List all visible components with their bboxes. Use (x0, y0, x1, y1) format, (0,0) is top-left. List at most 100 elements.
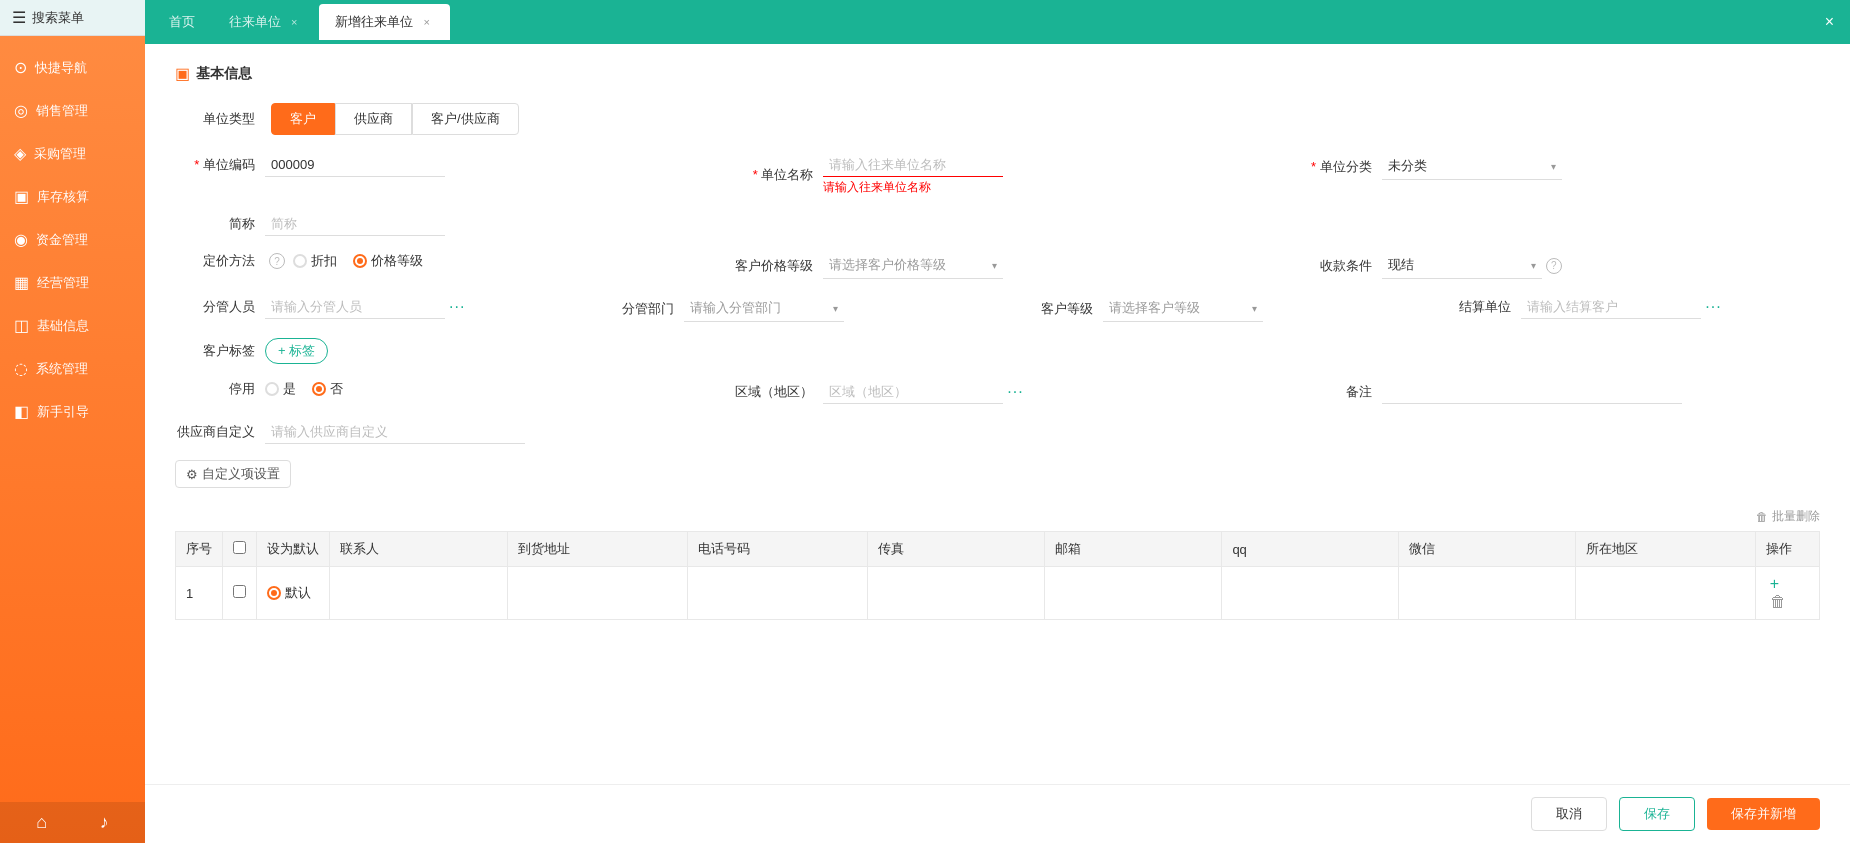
sidebar-item-system[interactable]: ◌ 系统管理 (0, 347, 145, 390)
row-default-dot (271, 590, 277, 596)
form-row-2: 简称 (175, 212, 1820, 236)
tab-counterparty-close[interactable]: × (287, 14, 301, 30)
row-address-input[interactable] (518, 586, 677, 601)
sidebar-item-basic[interactable]: ◫ 基础信息 (0, 304, 145, 347)
sidebar-item-sales[interactable]: ◎ 销售管理 (0, 89, 145, 132)
pricing-discount-circle (293, 254, 307, 268)
tab-bar: 首页 往来单位 × 新增往来单位 × × (145, 0, 1850, 44)
sidebar-item-finance[interactable]: ◉ 资金管理 (0, 218, 145, 261)
sidebar-item-label: 系统管理 (36, 360, 88, 378)
customer-level-select[interactable]: 请选择客户等级 ▾ (1103, 295, 1263, 322)
unit-name-field: 单位名称 请输入往来单位名称 (733, 153, 1261, 196)
system-icon: ◌ (14, 359, 28, 378)
disabled-yes-radio[interactable]: 是 (265, 380, 296, 398)
main-area: 首页 往来单位 × 新增往来单位 × × ▣ 基本信息 单位类型 客户 供应商 … (145, 0, 1850, 843)
row-checkbox[interactable] (233, 585, 246, 598)
sidebar-item-purchase[interactable]: ◈ 采购管理 (0, 132, 145, 175)
row-delete-button[interactable]: 🗑 (1766, 593, 1790, 611)
row-region[interactable] (1576, 567, 1756, 620)
row-region-input[interactable] (1586, 586, 1745, 601)
sidebar-item-guide[interactable]: ◧ 新手引导 (0, 390, 145, 433)
unit-category-select[interactable]: 未分类 ▾ (1382, 153, 1562, 180)
search-menu-button[interactable]: ☰ 搜索菜单 (0, 0, 145, 36)
footer: 取消 保存 保存并新增 (145, 784, 1850, 843)
pricing-discount-radio[interactable]: 折扣 (293, 252, 337, 270)
disabled-yes-circle (265, 382, 279, 396)
row-fax-input[interactable] (878, 586, 1034, 601)
batch-delete-button[interactable]: 🗑 批量删除 (1756, 508, 1820, 525)
manager-input[interactable] (265, 295, 445, 319)
tab-counterparty[interactable]: 往来单位 × (213, 4, 317, 40)
customer-price-label: 客户价格等级 (733, 257, 813, 275)
finance-icon: ◉ (14, 230, 28, 249)
unit-type-both-btn[interactable]: 客户/供应商 (412, 103, 519, 135)
row-phone[interactable] (688, 567, 868, 620)
row-email-input[interactable] (1055, 586, 1211, 601)
row-qq-input[interactable] (1232, 586, 1387, 601)
row-phone-input[interactable] (698, 586, 857, 601)
tab-new-counterparty-close[interactable]: × (419, 14, 433, 30)
search-icon: ☰ (12, 8, 26, 27)
pricing-method-field: 定价方法 ? 折扣 价格等级 (175, 252, 703, 270)
settlement-more-icon[interactable]: ··· (1705, 298, 1721, 316)
sidebar-item-inventory[interactable]: ▣ 库存核算 (0, 175, 145, 218)
pricing-method-help-icon: ? (269, 253, 285, 269)
remarks-input[interactable] (1382, 380, 1682, 404)
sidebar-home-icon[interactable]: ⌂ (36, 812, 47, 833)
row-fax[interactable] (867, 567, 1044, 620)
select-all-checkbox[interactable] (233, 541, 246, 554)
sidebar-menu: ⊙ 快捷导航 ◎ 销售管理 ◈ 采购管理 ▣ 库存核算 ◉ 资金管理 ▦ 经营管… (0, 36, 145, 802)
row-contact-input[interactable] (340, 586, 497, 601)
add-tag-button[interactable]: + 标签 (265, 338, 328, 364)
sidebar-item-operation[interactable]: ▦ 经营管理 (0, 261, 145, 304)
customer-level-placeholder: 请选择客户等级 (1109, 299, 1200, 317)
settlement-input[interactable] (1521, 295, 1701, 319)
section-title: 基本信息 (196, 65, 252, 83)
row-qq[interactable] (1222, 567, 1398, 620)
payment-terms-help-icon: ? (1546, 258, 1562, 274)
supplier-custom-label: 供应商自定义 (175, 423, 255, 441)
row-wechat-input[interactable] (1409, 586, 1565, 601)
save-button[interactable]: 保存 (1619, 797, 1695, 831)
sidebar-item-label: 新手引导 (37, 403, 89, 421)
pricing-method-label: 定价方法 (175, 252, 255, 270)
manager-more-icon[interactable]: ··· (449, 298, 465, 316)
row-default-radio[interactable]: 默认 (267, 584, 319, 602)
tab-new-counterparty[interactable]: 新增往来单位 × (319, 4, 449, 40)
unit-name-input[interactable] (823, 153, 1003, 177)
payment-terms-select[interactable]: 现结 ▾ (1382, 252, 1542, 279)
sidebar-user-icon[interactable]: ♪ (100, 812, 109, 833)
manager-label: 分管人员 (175, 298, 255, 316)
region-more-icon[interactable]: ··· (1007, 383, 1023, 401)
supplier-custom-input[interactable] (265, 420, 525, 444)
col-address: 到货地址 (508, 532, 688, 567)
short-name-input[interactable] (265, 212, 445, 236)
row-default-cell: 默认 (257, 567, 330, 620)
region-input[interactable] (823, 380, 1003, 404)
col-wechat: 微信 (1398, 532, 1575, 567)
table-header-row: 序号 设为默认 联系人 到货地址 电话号码 传真 邮箱 qq 微信 所在地区 操… (176, 532, 1820, 567)
dept-select[interactable]: 请输入分管部门 ▾ (684, 295, 844, 322)
unit-code-input[interactable] (265, 153, 445, 177)
tab-home[interactable]: 首页 (153, 4, 211, 40)
save-and-new-button[interactable]: 保存并新增 (1707, 798, 1820, 830)
row-wechat[interactable] (1398, 567, 1575, 620)
pricing-level-radio[interactable]: 价格等级 (353, 252, 423, 270)
sidebar-item-quick-nav[interactable]: ⊙ 快捷导航 (0, 46, 145, 89)
dept-label: 分管部门 (594, 300, 674, 318)
custom-settings-button[interactable]: ⚙ 自定义项设置 (175, 460, 291, 488)
dept-placeholder: 请输入分管部门 (690, 299, 781, 317)
cancel-button[interactable]: 取消 (1531, 797, 1607, 831)
customer-price-select[interactable]: 请选择客户价格等级 ▾ (823, 252, 1003, 279)
row-contact[interactable] (330, 567, 508, 620)
row-address[interactable] (508, 567, 688, 620)
tags-field: 客户标签 + 标签 (175, 338, 1820, 364)
unit-name-label: 单位名称 (733, 166, 813, 184)
row-add-button[interactable]: + (1766, 575, 1783, 593)
tab-bar-close-all[interactable]: × (1817, 9, 1842, 35)
unit-type-customer-btn[interactable]: 客户 (271, 103, 335, 135)
unit-type-supplier-btn[interactable]: 供应商 (335, 103, 412, 135)
tab-home-label: 首页 (169, 13, 195, 31)
row-email[interactable] (1045, 567, 1222, 620)
disabled-no-radio[interactable]: 否 (312, 380, 343, 398)
